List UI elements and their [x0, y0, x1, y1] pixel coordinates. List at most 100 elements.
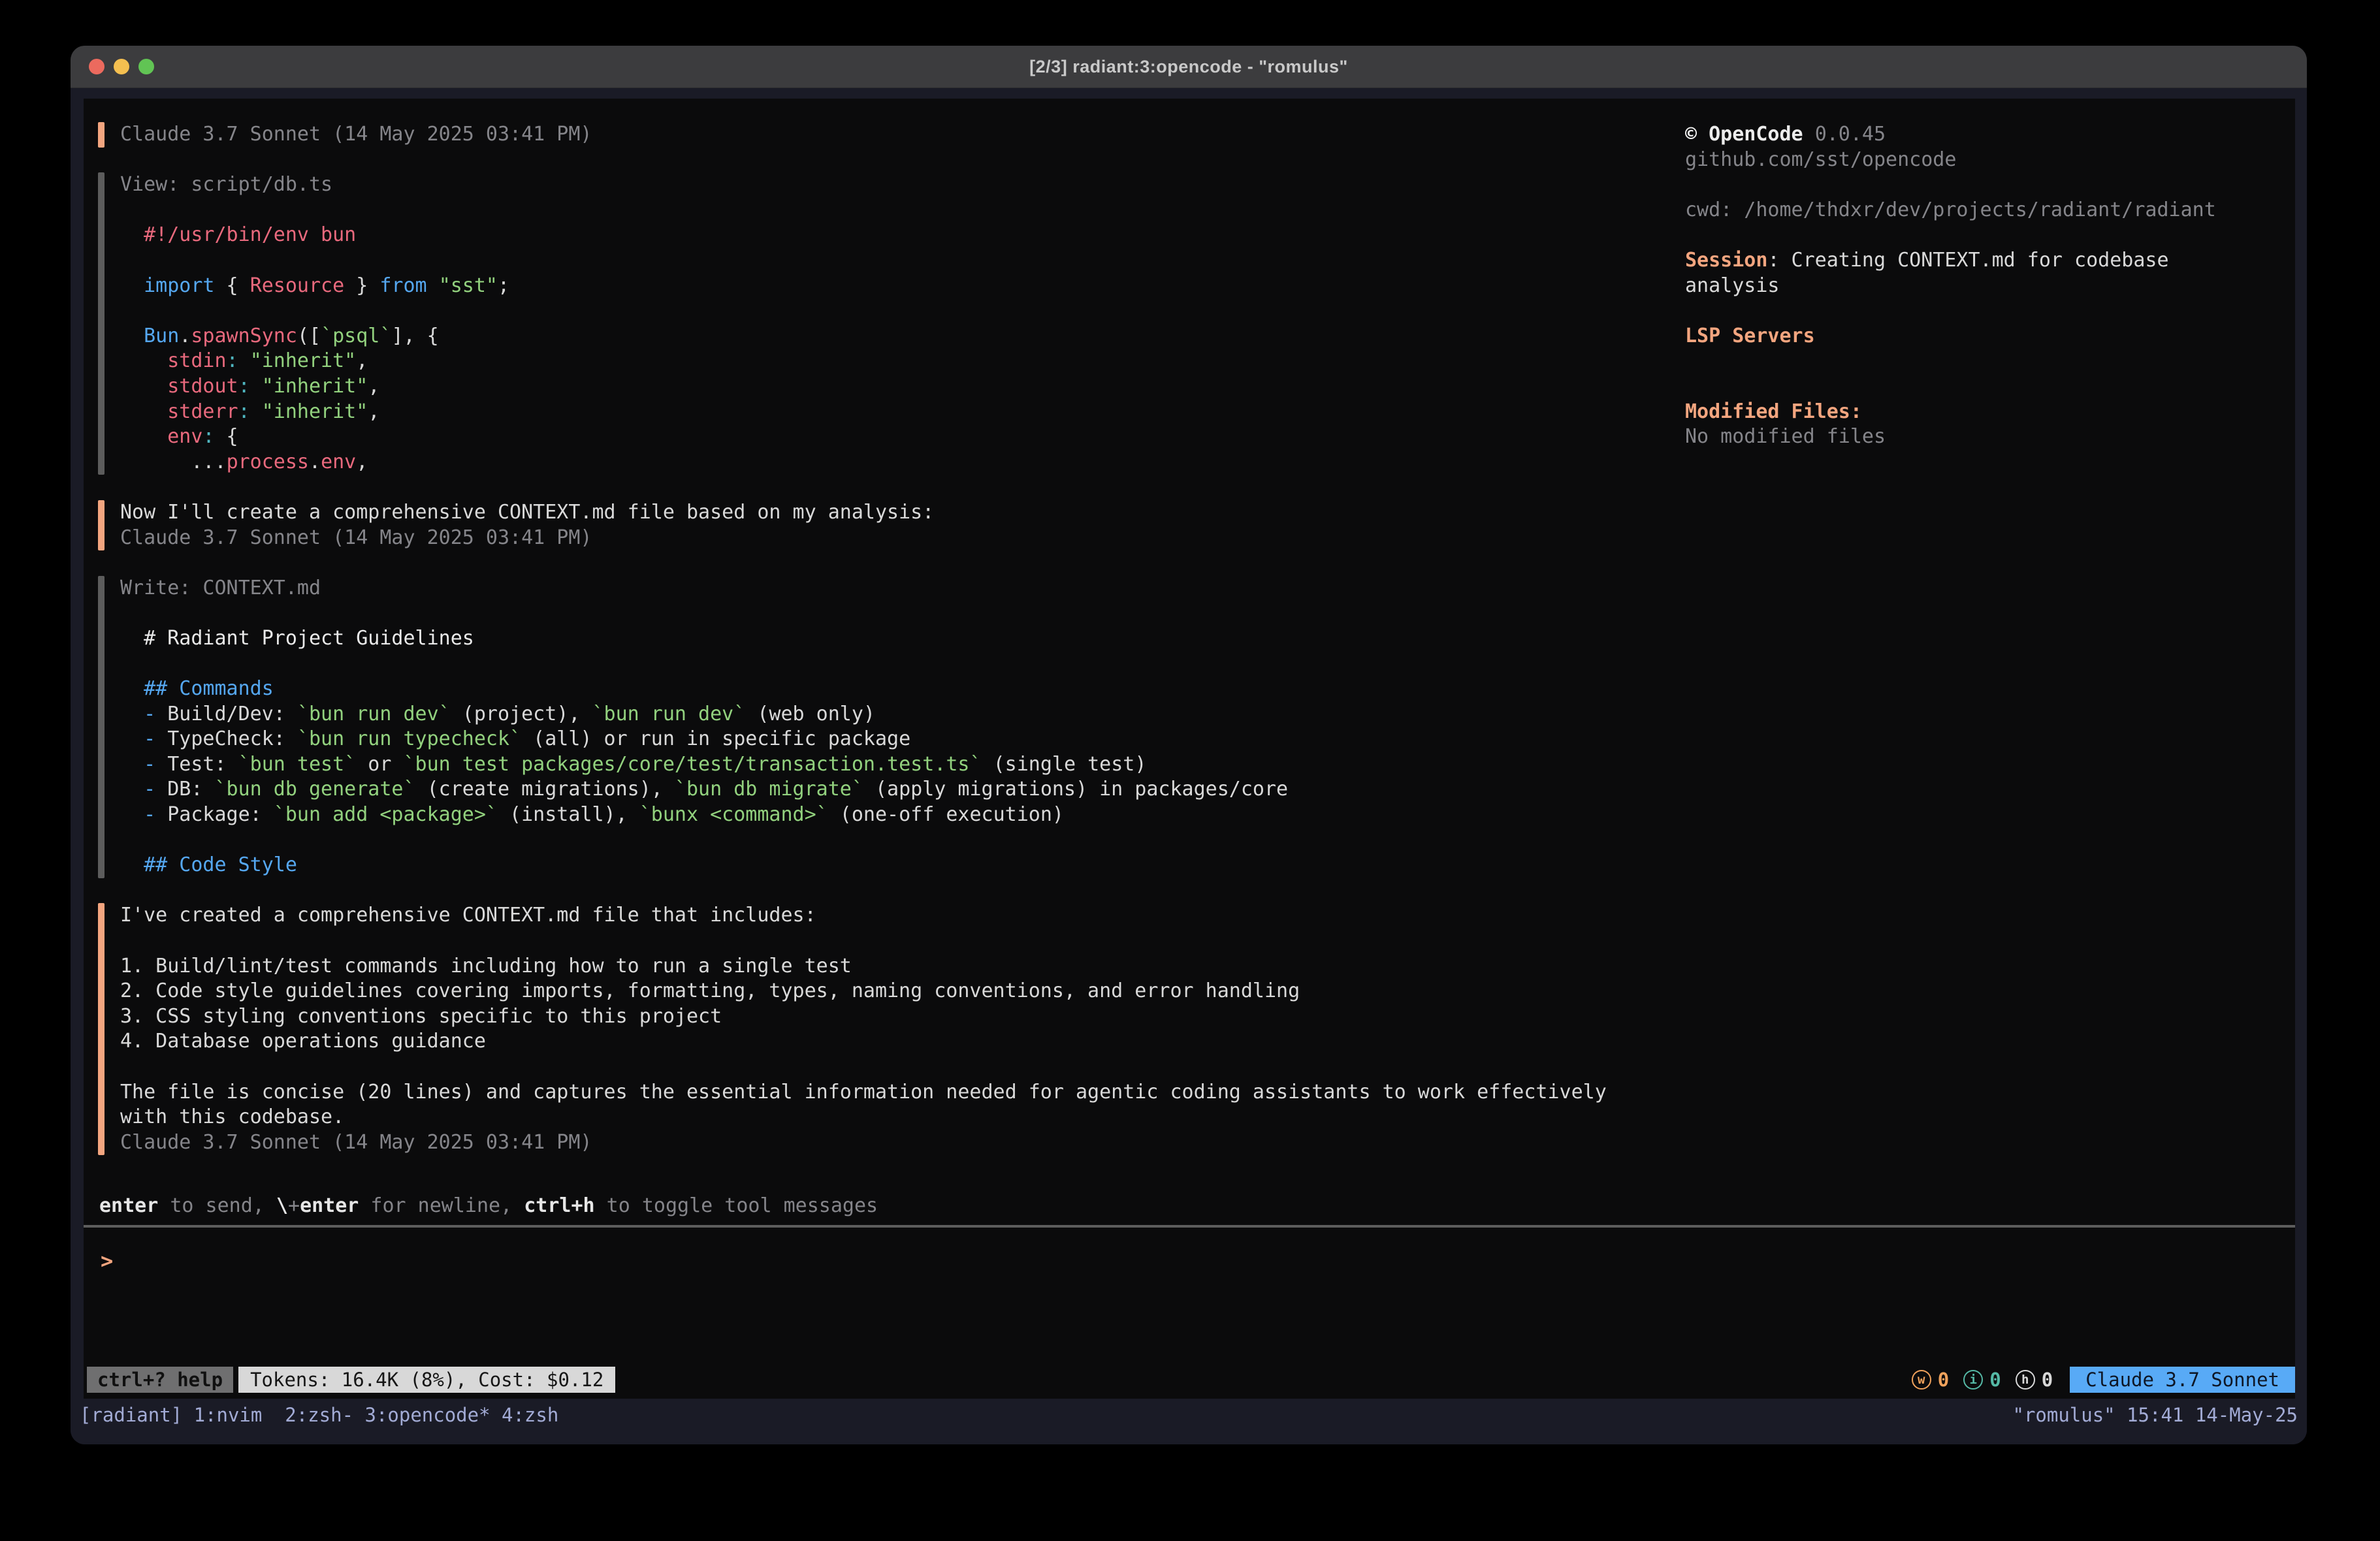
- tool-block: View: script/db.ts #!/usr/bin/env bun im…: [98, 172, 1669, 475]
- text-segment: No modified files: [1685, 425, 1886, 448]
- terminal-line: - Package: `bun add <package>` (install)…: [120, 802, 1288, 828]
- h-circle-icon: h: [2016, 1370, 2035, 1390]
- text-segment: or: [356, 753, 403, 776]
- prompt-input[interactable]: >: [84, 1228, 2295, 1365]
- text-segment: # Radiant Project Guidelines: [144, 627, 474, 650]
- tmux-session-windows[interactable]: [radiant] 1:nvim 2:zsh- 3:opencode* 4:zs…: [80, 1403, 558, 1427]
- zoom-button[interactable]: [138, 59, 154, 74]
- text-segment: (single test): [982, 753, 1147, 776]
- text-segment: `bun run dev`: [297, 703, 451, 725]
- text-segment: from: [379, 274, 426, 297]
- text-segment: (web only): [745, 703, 875, 725]
- tokens-cost-chip: Tokens: 16.4K (8%), Cost: $0.12: [238, 1367, 615, 1393]
- minimize-button[interactable]: [114, 59, 129, 74]
- text-segment: [120, 223, 144, 246]
- text-segment: `psql`: [321, 325, 391, 347]
- assistant-message-block: I've created a comprehensive CONTEXT.md …: [98, 903, 1669, 1155]
- text-segment: Modified Files:: [1685, 400, 1862, 423]
- terminal-line: [1685, 374, 2279, 400]
- text-segment: "inherit": [262, 375, 368, 398]
- text-segment: [120, 325, 144, 347]
- text-segment: [120, 803, 144, 826]
- terminal-line: Bun.spawnSync([`psql`], {: [120, 324, 509, 349]
- text-segment: (one-off execution): [828, 803, 1064, 826]
- terminal-line: View: script/db.ts: [120, 172, 509, 198]
- text-segment: `bunx <command>`: [639, 803, 828, 826]
- text-segment: Test:: [167, 753, 238, 776]
- text-segment: -: [144, 753, 167, 776]
- text-segment: View: script/db.ts: [120, 173, 332, 196]
- terminal-line: env: {: [120, 424, 509, 450]
- hint-bar: enter to send, \+enter for newline, ctrl…: [99, 1193, 2295, 1218]
- status-bar: ctrl+? help Tokens: 16.4K (8%), Cost: $0…: [84, 1365, 2295, 1399]
- text-segment: 0.0.45: [1815, 123, 1886, 146]
- accent-bar: [98, 576, 105, 878]
- terminal-line: - TypeCheck: `bun run typecheck` (all) o…: [120, 727, 1288, 752]
- terminal-line: Session: Creating CONTEXT.md for codebas…: [1685, 248, 2279, 274]
- text-segment: ## Code Style: [144, 853, 297, 876]
- diagnostic-i: i0: [1963, 1369, 2001, 1391]
- accent-bar: [98, 122, 105, 148]
- text-segment: ,: [368, 375, 379, 398]
- terminal-line: 4. Database operations guidance: [120, 1029, 1607, 1055]
- close-button[interactable]: [89, 59, 105, 74]
- text-segment: stdin: [167, 349, 226, 372]
- terminal-line: [120, 828, 1288, 853]
- terminal-line: [120, 248, 509, 274]
- terminal-line: [120, 601, 1288, 626]
- text-segment: Now I'll create a comprehensive CONTEXT.…: [120, 501, 934, 524]
- text-segment: :: [227, 349, 238, 372]
- text-segment: LSP Servers: [1685, 325, 1815, 347]
- terminal-line: ## Commands: [120, 676, 1288, 702]
- terminal-line: Claude 3.7 Sonnet (14 May 2025 03:41 PM): [120, 122, 592, 148]
- text-segment: Build/Dev:: [167, 703, 297, 725]
- text-segment: [250, 400, 262, 423]
- text-segment: [120, 727, 144, 750]
- terminal-line: No modified files: [1685, 424, 2279, 450]
- terminal-line: - Test: `bun test` or `bun test packages…: [120, 752, 1288, 778]
- text-segment: +: [288, 1194, 300, 1217]
- opencode-tui: Claude 3.7 Sonnet (14 May 2025 03:41 PM)…: [84, 99, 2295, 1399]
- text-segment: DB:: [167, 778, 214, 801]
- text-segment: [120, 425, 167, 448]
- terminal-line: © OpenCode 0.0.45: [1685, 122, 2279, 148]
- text-segment: (install),: [498, 803, 639, 826]
- text-segment: {: [215, 425, 238, 448]
- text-segment: `bun db generate`: [215, 778, 415, 801]
- terminal-line: [1685, 172, 2279, 198]
- text-segment: [427, 274, 439, 297]
- text-segment: [250, 375, 262, 398]
- block-lines: Now I'll create a comprehensive CONTEXT.…: [120, 500, 934, 550]
- text-segment: .: [179, 325, 191, 347]
- terminal-line: [120, 651, 1288, 676]
- text-segment: [120, 375, 167, 398]
- tmux-status-bar: [radiant] 1:nvim 2:zsh- 3:opencode* 4:zs…: [71, 1399, 2307, 1444]
- sidebar: © OpenCode 0.0.45github.com/sst/opencode…: [1669, 122, 2279, 1193]
- window-title: [2/3] radiant:3:opencode - "romulus": [1029, 57, 1348, 77]
- terminal-line: The file is concise (20 lines) and captu…: [120, 1080, 1607, 1105]
- text-segment: enter: [99, 1194, 158, 1217]
- text-segment: 1. Build/lint/test commands including ho…: [120, 955, 852, 977]
- diagnostic-h: h0: [2016, 1369, 2053, 1391]
- text-segment: ,: [368, 400, 379, 423]
- text-segment: Resource: [250, 274, 345, 297]
- text-segment: "sst": [439, 274, 498, 297]
- block-lines: View: script/db.ts #!/usr/bin/env bun im…: [120, 172, 509, 475]
- text-segment: for newline,: [359, 1194, 524, 1217]
- text-segment: `bun run dev`: [592, 703, 746, 725]
- text-segment: The file is concise (20 lines) and captu…: [120, 1081, 1607, 1104]
- text-segment: (all) or run in specific package: [521, 727, 910, 750]
- terminal-line: 1. Build/lint/test commands including ho…: [120, 954, 1607, 979]
- accent-bar: [98, 172, 105, 475]
- text-segment: cwd: /home/thdxr/dev/projects/radiant/ra…: [1685, 199, 2216, 221]
- text-segment: `bun test packages/core/test/transaction…: [404, 753, 982, 776]
- model-chip[interactable]: Claude 3.7 Sonnet: [2070, 1367, 2295, 1393]
- diagnostic-count: 0: [1938, 1369, 1949, 1391]
- text-segment: 3. CSS styling conventions specific to t…: [120, 1005, 722, 1028]
- window-titlebar: [2/3] radiant:3:opencode - "romulus": [71, 46, 2307, 88]
- text-segment: Session: [1685, 249, 1767, 272]
- terminal-line: [1685, 223, 2279, 248]
- text-segment: \: [276, 1194, 288, 1217]
- terminal-line: Claude 3.7 Sonnet (14 May 2025 03:41 PM): [120, 1130, 1607, 1156]
- diagnostic-count: 0: [2042, 1369, 2053, 1391]
